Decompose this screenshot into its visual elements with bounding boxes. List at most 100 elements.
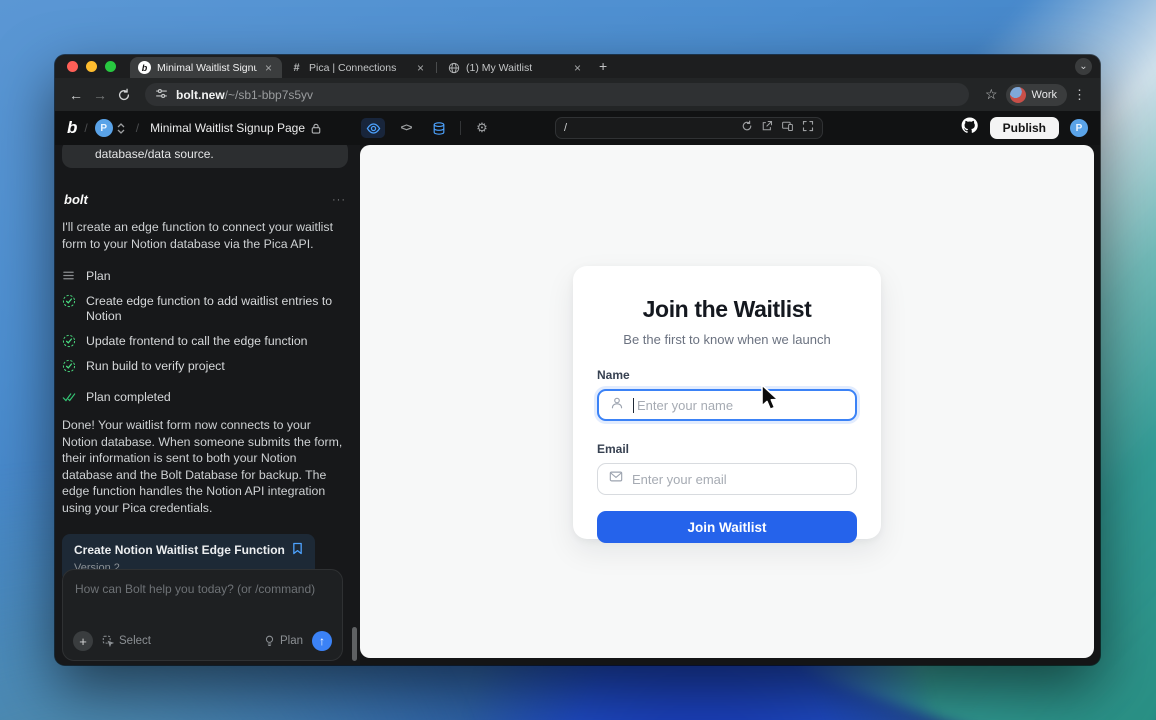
tab-search-chevron-icon[interactable]: ⌄: [1075, 58, 1092, 75]
prompt-composer[interactable]: How can Bolt help you today? (or /comman…: [62, 569, 343, 661]
bolt-toolbar-right: Publish P: [960, 116, 1088, 140]
bookmark-icon: [292, 542, 303, 558]
mouse-cursor: [759, 383, 781, 413]
publish-button[interactable]: Publish: [990, 117, 1059, 139]
globe-favicon-icon: [447, 61, 460, 74]
close-window-button[interactable]: [67, 61, 78, 72]
check-circle-icon: [62, 359, 76, 373]
plan-block: Plan Create edge function to add waitlis…: [62, 269, 348, 405]
person-icon: [610, 396, 624, 415]
name-placeholder: Enter your name: [637, 398, 733, 413]
toolbar-divider: [460, 121, 461, 135]
waitlist-card: Join the Waitlist Be the first to know w…: [573, 266, 881, 539]
preview-reload-icon[interactable]: [741, 119, 753, 137]
browser-window: b Minimal Waitlist Signup Page × # Pica …: [55, 55, 1100, 665]
plan-item-label: Update frontend to call the edge functio…: [86, 334, 308, 349]
site-settings-icon[interactable]: [155, 87, 168, 103]
select-tool-button[interactable]: Select: [102, 635, 151, 647]
url-path: /~/sb1-bbp7s5yv: [225, 88, 313, 102]
bolt-toolbar: b / P / Minimal Waitlist Signup Page <> …: [55, 111, 1100, 145]
preview-address-bar[interactable]: /: [555, 117, 823, 139]
settings-gear-toggle[interactable]: ⚙: [470, 118, 494, 138]
close-tab-icon[interactable]: ×: [415, 61, 426, 75]
bolt-favicon-icon: b: [138, 61, 151, 74]
assistant-header: bolt ···: [62, 192, 348, 207]
browser-profile-chip[interactable]: Work: [1006, 84, 1067, 106]
tab-title: Minimal Waitlist Signup Page: [157, 62, 257, 74]
url-domain: bolt.new: [176, 88, 225, 102]
attach-plus-button[interactable]: +: [73, 631, 93, 651]
text-caret: [633, 398, 634, 413]
tab-minimal-waitlist[interactable]: b Minimal Waitlist Signup Page ×: [130, 57, 282, 78]
open-in-new-tab-icon[interactable]: [761, 119, 773, 137]
send-button[interactable]: ↑: [312, 631, 332, 651]
tab-pica-connections[interactable]: # Pica | Connections ×: [282, 57, 434, 78]
browser-toolbar: ← → bolt.new/~/sb1-bbp7s5yv ☆ Work ⋮: [55, 78, 1100, 111]
view-toggles: <> ⚙: [361, 118, 494, 138]
project-title[interactable]: Minimal Waitlist Signup Page: [150, 121, 305, 135]
join-waitlist-button[interactable]: Join Waitlist: [597, 511, 857, 543]
double-check-icon: [62, 390, 76, 404]
breadcrumb-separator: /: [84, 121, 87, 135]
plan-mode-label: Plan: [280, 635, 303, 647]
name-input[interactable]: Enter your name: [597, 389, 857, 421]
plan-header: Plan: [62, 269, 348, 284]
app-preview-pane: Join the Waitlist Be the first to know w…: [360, 145, 1094, 658]
bookmark-star-icon[interactable]: ☆: [979, 86, 1004, 103]
composer-placeholder: How can Bolt help you today? (or /comman…: [75, 582, 330, 596]
close-tab-icon[interactable]: ×: [263, 61, 274, 75]
artifact-title: Create Notion Waitlist Edge Function: [74, 543, 285, 557]
reload-icon[interactable]: [113, 84, 135, 106]
plan-completed: Plan completed: [62, 390, 348, 405]
content-area: database/data source. bolt ··· I'll crea…: [55, 145, 1100, 665]
assistant-name: bolt: [64, 192, 88, 207]
pica-favicon-icon: #: [290, 61, 303, 74]
zoom-window-button[interactable]: [105, 61, 116, 72]
window-controls: [55, 55, 130, 78]
gear-icon: ⚙: [476, 120, 488, 136]
plan-item-label: Create edge function to add waitlist ent…: [86, 294, 348, 324]
form-subtitle: Be the first to know when we launch: [597, 332, 857, 347]
breadcrumb-separator: /: [136, 121, 139, 135]
email-placeholder: Enter your email: [632, 472, 727, 487]
form-title: Join the Waitlist: [597, 296, 857, 323]
email-input[interactable]: Enter your email: [597, 463, 857, 495]
tab-my-waitlist[interactable]: (1) My Waitlist ×: [439, 57, 591, 78]
new-tab-button[interactable]: +: [599, 58, 607, 74]
message-menu-icon[interactable]: ···: [332, 194, 346, 206]
assistant-summary: Done! Your waitlist form now connects to…: [62, 417, 344, 516]
browser-menu-icon[interactable]: ⋮: [1069, 87, 1090, 103]
tab-title: (1) My Waitlist: [466, 62, 566, 74]
workspace-switcher-icon[interactable]: [117, 123, 125, 134]
plan-mode-button[interactable]: Plan: [264, 635, 303, 647]
check-circle-icon: [62, 334, 76, 348]
database-toggle[interactable]: [427, 118, 451, 138]
tab-divider: [436, 62, 437, 73]
user-avatar[interactable]: P: [1070, 119, 1088, 137]
tab-title: Pica | Connections: [309, 62, 409, 74]
close-tab-icon[interactable]: ×: [572, 61, 583, 75]
code-toggle[interactable]: <>: [394, 118, 418, 138]
workspace-avatar[interactable]: P: [95, 119, 113, 137]
plan-item: Create edge function to add waitlist ent…: [62, 294, 348, 324]
user-message-bubble: database/data source.: [62, 145, 348, 168]
address-bar[interactable]: bolt.new/~/sb1-bbp7s5yv: [145, 83, 969, 106]
github-icon[interactable]: [960, 116, 979, 140]
composer-actions: + Select Plan ↑: [73, 631, 332, 651]
name-label: Name: [597, 368, 857, 382]
assistant-intro: I'll create an edge function to connect …: [62, 219, 338, 252]
forward-icon[interactable]: →: [89, 84, 111, 106]
plan-item: Update frontend to call the edge functio…: [62, 334, 348, 349]
tab-strip: b Minimal Waitlist Signup Page × # Pica …: [55, 55, 1100, 78]
plan-item: Run build to verify project: [62, 359, 348, 374]
fullscreen-icon[interactable]: [802, 119, 814, 137]
sidebar-scrollbar[interactable]: [352, 627, 357, 661]
preview-eye-toggle[interactable]: [361, 118, 385, 138]
minimize-window-button[interactable]: [86, 61, 97, 72]
back-icon[interactable]: ←: [65, 84, 87, 106]
check-circle-icon: [62, 294, 76, 308]
bolt-logo[interactable]: b: [67, 118, 77, 138]
preview-controls: [741, 119, 814, 137]
responsive-devices-icon[interactable]: [781, 119, 794, 137]
chat-sidebar: database/data source. bolt ··· I'll crea…: [55, 145, 360, 665]
